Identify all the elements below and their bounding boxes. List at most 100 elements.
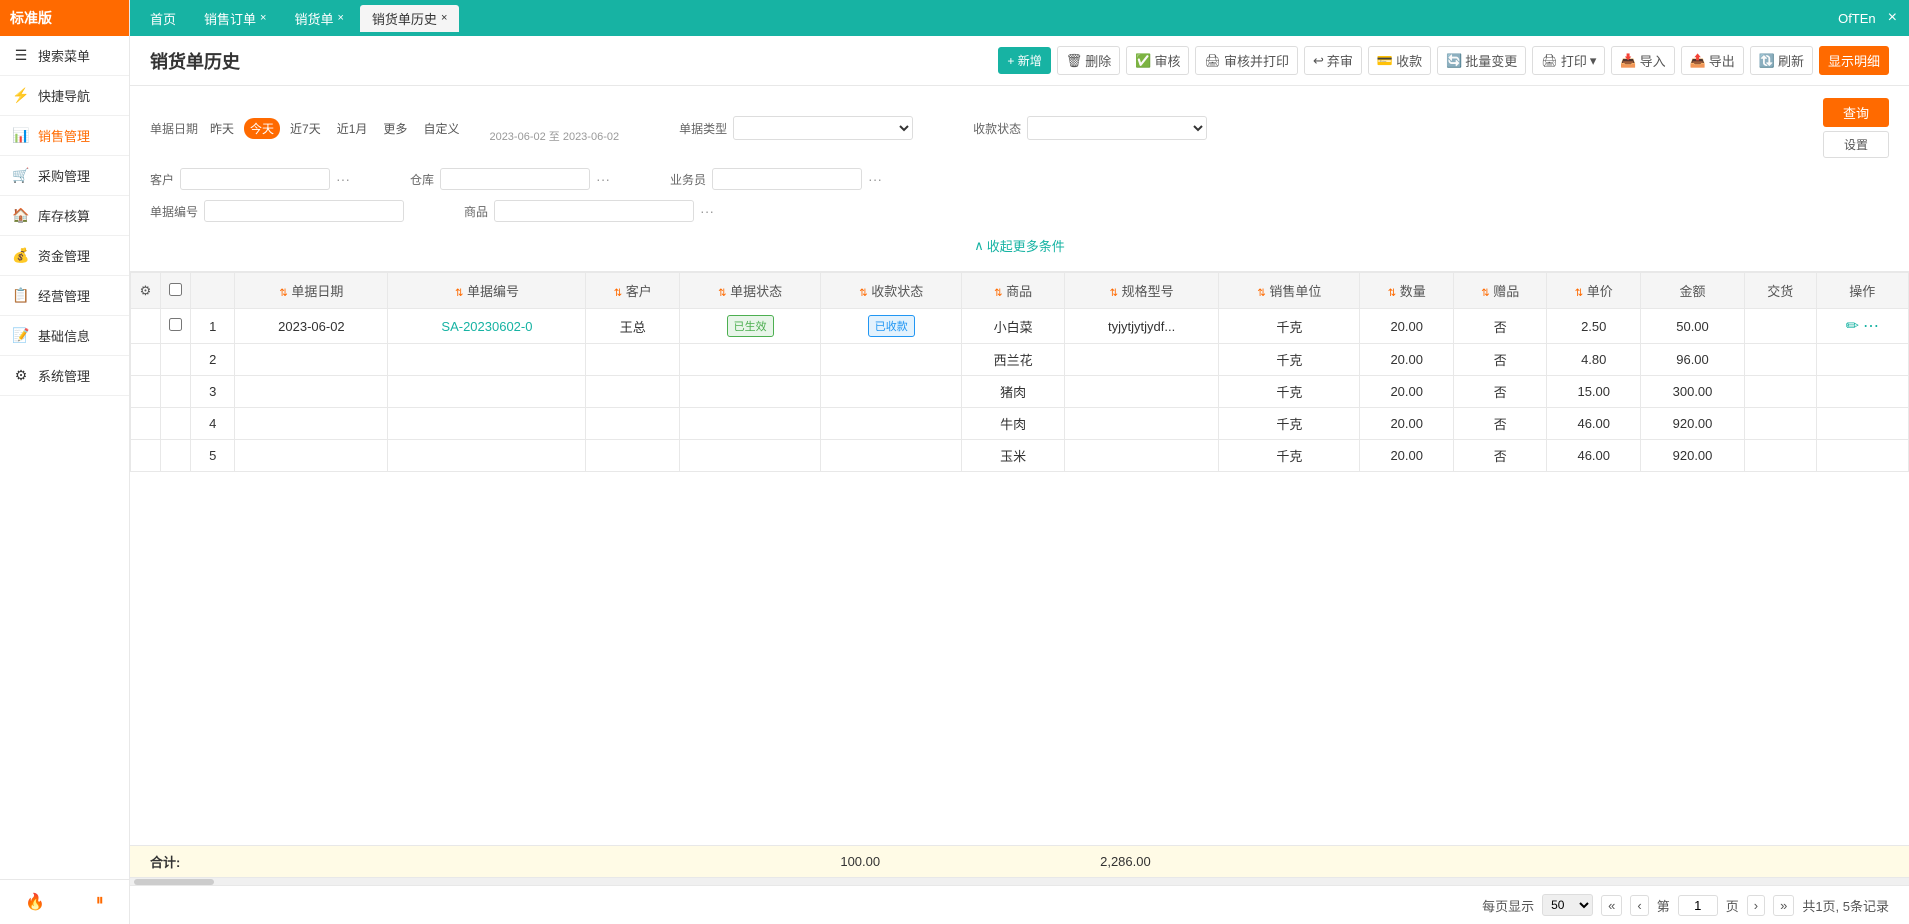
date-chip-more[interactable]: 更多 (377, 118, 413, 139)
setting-button[interactable]: 设置 (1823, 131, 1889, 158)
doc-no-input[interactable] (204, 200, 404, 222)
delete-button[interactable]: 🗑 删除 (1057, 46, 1121, 75)
tab-sales-goods[interactable]: 销货单 × (282, 5, 355, 32)
next-page-btn[interactable]: › (1747, 895, 1765, 916)
sidebar-item-purchase-mgmt[interactable]: 🛒 采购管理 (0, 156, 129, 196)
col-doc-status[interactable]: ⇅ 单据状态 (680, 273, 821, 309)
scrollbar-thumb[interactable] (134, 879, 214, 885)
col-gift[interactable]: ⇅ 赠品 (1453, 273, 1547, 309)
sidebar-item-quick-nav[interactable]: ⚡ 快捷导航 (0, 76, 129, 116)
tab-sales-order-label: 销售订单 (204, 9, 256, 28)
horizontal-scrollbar[interactable] (130, 877, 1909, 885)
warehouse-picker-btn[interactable]: ··· (596, 171, 610, 187)
col-pay-status[interactable]: ⇅ 收款状态 (821, 273, 962, 309)
sidebar-item-inventory-calc[interactable]: 🏠 库存核算 (0, 196, 129, 236)
review-button[interactable]: ✅ 审核 (1126, 46, 1189, 75)
row-checkbox[interactable] (169, 318, 182, 331)
sort-icon: ⇅ (1110, 288, 1118, 299)
col-doc-date[interactable]: ⇅ 单据日期 (235, 273, 388, 309)
date-chip-today[interactable]: 今天 (244, 118, 280, 139)
page-number-input[interactable] (1678, 895, 1718, 916)
prev-page-btn[interactable]: ‹ (1630, 895, 1648, 916)
sidebar-item-fund-mgmt[interactable]: 💰 资金管理 (0, 236, 129, 276)
new-button[interactable]: + 新增 (998, 47, 1050, 74)
col-goods[interactable]: ⇅ 商品 (962, 273, 1065, 309)
collapse-row: ∧ 收起更多条件 (150, 232, 1889, 259)
col-customer[interactable]: ⇅ 客户 (586, 273, 680, 309)
sidebar-item-sys-mgmt[interactable]: ⚙ 系统管理 (0, 356, 129, 396)
window-close-btn[interactable]: × (1884, 9, 1901, 27)
show-detail-button[interactable]: 显示明细 (1819, 46, 1889, 75)
col-unit[interactable]: ⇅ 销售单位 (1219, 273, 1360, 309)
per-page-select[interactable]: 50 20 100 (1542, 894, 1593, 916)
col-trade: 交货 (1745, 273, 1817, 309)
table-footer: 合计: 100.00 2,286.00 (130, 845, 1909, 877)
sidebar-item-label: 搜索菜单 (38, 46, 90, 65)
date-chip-1month[interactable]: 近1月 (331, 118, 374, 139)
staff-picker-btn[interactable]: ··· (868, 171, 882, 187)
collapse-button[interactable]: ∧ 收起更多条件 (974, 236, 1065, 255)
batch-change-button[interactable]: 🔄 批量变更 (1437, 46, 1526, 75)
sidebar-item-basic-info[interactable]: 📝 基础信息 (0, 316, 129, 356)
tab-sales-history[interactable]: 销货单历史 × (360, 5, 459, 32)
staff-input[interactable] (712, 168, 862, 190)
tab-sales-order[interactable]: 销售订单 × (192, 5, 278, 32)
col-gear[interactable]: ⚙ (131, 273, 161, 309)
cell-customer (586, 440, 680, 472)
customer-input[interactable] (180, 168, 330, 190)
cell-gear (131, 440, 161, 472)
last-page-btn[interactable]: » (1773, 895, 1794, 916)
first-page-btn[interactable]: « (1601, 895, 1622, 916)
tab-sales-goods-close[interactable]: × (337, 12, 343, 24)
sidebar-item-label: 系统管理 (38, 366, 90, 385)
cell-pay-status (821, 408, 962, 440)
pay-status-select[interactable] (1027, 116, 1207, 140)
warehouse-input[interactable] (440, 168, 590, 190)
refresh-button[interactable]: 🔃 刷新 (1750, 46, 1813, 75)
tab-sales-history-close[interactable]: × (441, 12, 447, 24)
sidebar-item-label: 销售管理 (38, 126, 90, 145)
col-qty[interactable]: ⇅ 数量 (1360, 273, 1454, 309)
customer-picker-btn[interactable]: ··· (336, 171, 350, 187)
sidebar-fire-btn[interactable]: 🔥 (17, 888, 53, 916)
cell-action (1816, 408, 1908, 440)
select-all-checkbox[interactable] (169, 283, 182, 296)
date-chip-7days[interactable]: 近7天 (284, 118, 327, 139)
col-price[interactable]: ⇅ 单价 (1547, 273, 1641, 309)
sidebar-pause-btn[interactable]: ⏸ (88, 888, 112, 916)
tab-sales-order-close[interactable]: × (260, 12, 266, 24)
inventory-calc-icon: 🏠 (12, 207, 30, 224)
cell-qty: 20.00 (1360, 440, 1454, 472)
more-action-icon[interactable]: ⋯ (1863, 316, 1879, 336)
sidebar-item-sales-mgmt[interactable]: 📊 销售管理 (0, 116, 129, 156)
col-doc-no[interactable]: ⇅ 单据编号 (388, 273, 586, 309)
abandon-button[interactable]: ↩ 弃审 (1304, 46, 1362, 75)
sidebar-item-label: 基础信息 (38, 326, 90, 345)
export-button[interactable]: 📤 导出 (1681, 46, 1744, 75)
edit-icon[interactable]: ✏ (1846, 316, 1859, 336)
collect-button[interactable]: 💳 收款 (1368, 46, 1431, 75)
print-button[interactable]: 🖨 打印 ▾ (1532, 46, 1605, 75)
cell-goods: 猪肉 (962, 376, 1065, 408)
date-chip-custom[interactable]: 自定义 (417, 118, 465, 139)
doc-type-select[interactable] (733, 116, 913, 140)
col-spec[interactable]: ⇅ 规格型号 (1065, 273, 1219, 309)
import-button[interactable]: 📥 导入 (1611, 46, 1674, 75)
date-chip-yesterday[interactable]: 昨天 (204, 118, 240, 139)
table-header-row: ⚙ ⇅ 单据日期 ⇅ 单据编号 ⇅ 客户 ⇅ 单据状态 ⇅ 收款状态 ⇅ 商品 … (131, 273, 1909, 309)
footer-qty: 100.00 (840, 854, 880, 869)
sidebar-item-biz-mgmt[interactable]: 📋 经营管理 (0, 276, 129, 316)
tab-home-label: 首页 (150, 9, 176, 28)
query-button[interactable]: 查询 (1823, 98, 1889, 127)
tab-home[interactable]: 首页 (138, 5, 188, 32)
goods-input[interactable] (494, 200, 694, 222)
goods-picker-btn[interactable]: ··· (700, 203, 714, 219)
cell-qty: 20.00 (1360, 376, 1454, 408)
customer-label: 客户 (150, 171, 174, 188)
col-amount: 金额 (1641, 273, 1745, 309)
review-print-button[interactable]: 🖨 审核并打印 (1195, 46, 1298, 75)
print-chevron-icon: ▾ (1590, 53, 1597, 69)
cell-gift: 否 (1453, 440, 1547, 472)
cell-doc-date (235, 408, 388, 440)
sidebar-item-search-menu[interactable]: ☰ 搜索菜单 (0, 36, 129, 76)
